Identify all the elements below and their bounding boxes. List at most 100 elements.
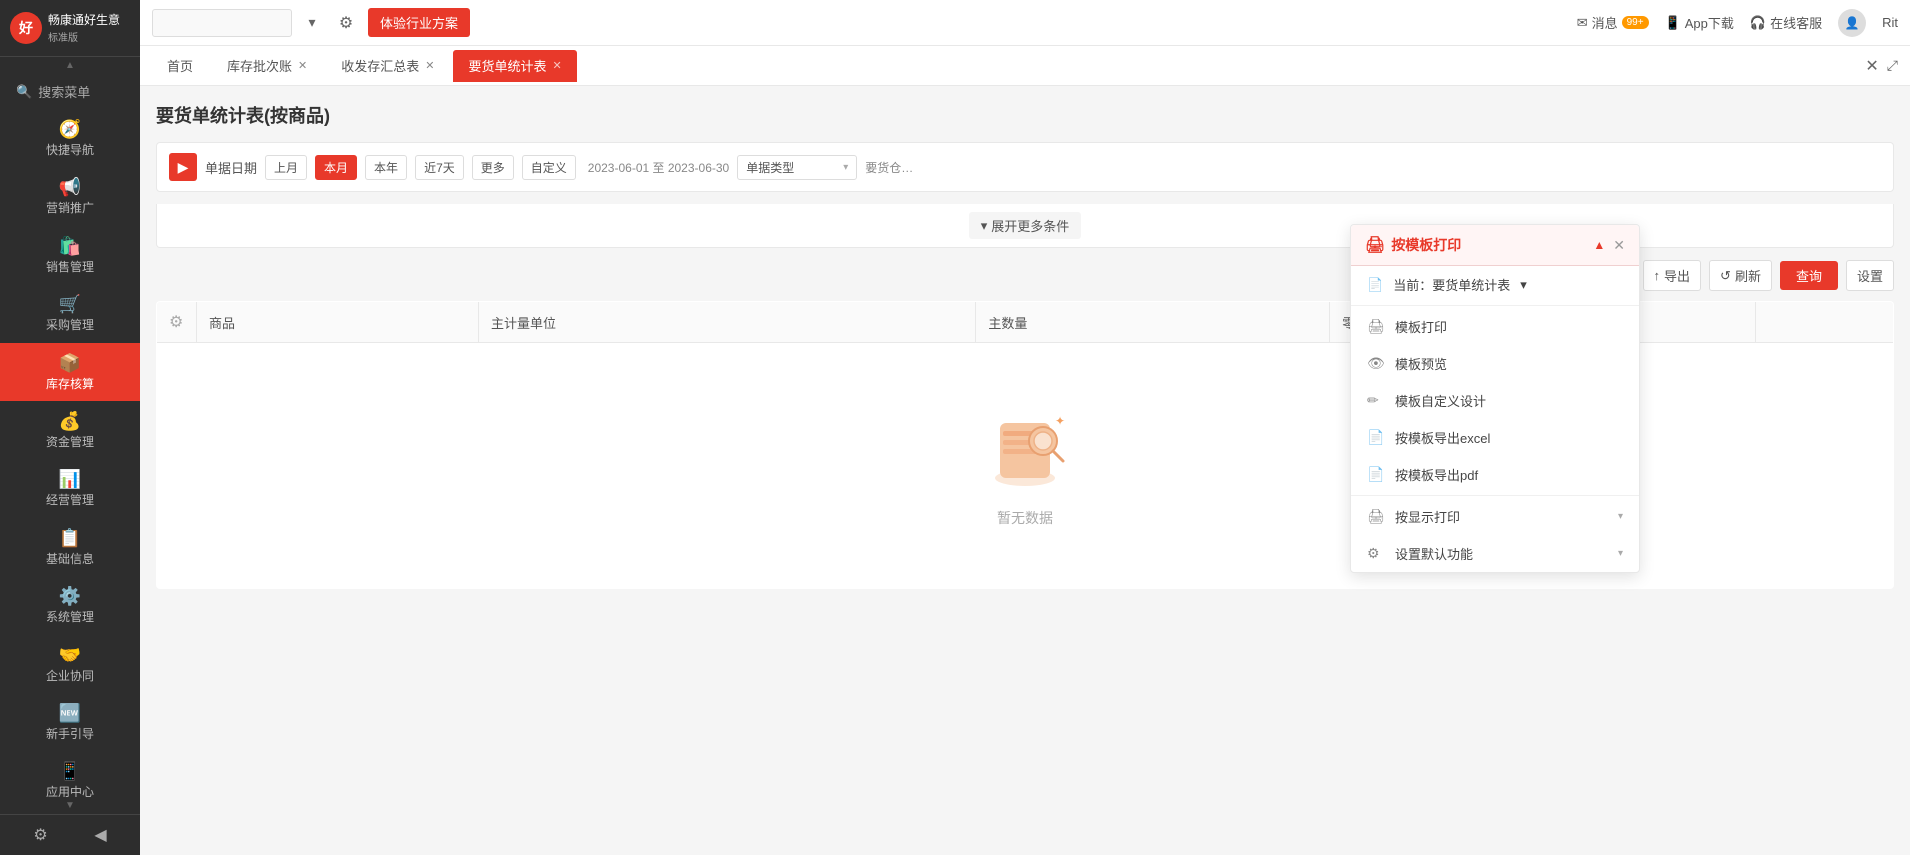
more-dates-btn[interactable]: 更多: [472, 155, 514, 180]
scroll-up-indicator[interactable]: ▲: [0, 57, 140, 74]
dropdown-title-label: 按模板打印: [1391, 235, 1461, 255]
tab-batch-account-close[interactable]: ✕: [298, 59, 307, 72]
export-excel-label: 按模板导出excel: [1395, 428, 1623, 447]
main-content: ▾ ⚙ 体验行业方案 ✉ 消息 99+ 📱 App下载 🎧 在线客服 👤 Rit: [140, 0, 1910, 855]
topbar-search-input[interactable]: [152, 9, 292, 37]
sidebar-item-quick-nav[interactable]: 🧭 快捷导航: [0, 109, 140, 167]
order-type-filter[interactable]: 单据类型 ▾: [737, 155, 857, 180]
tab-home[interactable]: 首页: [152, 50, 208, 82]
empty-text: 暂无数据: [997, 508, 1053, 528]
empty-illustration: ✦: [975, 403, 1075, 496]
divider-1: [1351, 305, 1639, 306]
tab-home-label: 首页: [167, 56, 193, 75]
expand-icon: ▾: [981, 218, 988, 234]
dropdown-title-icon: 🖨: [1365, 235, 1385, 255]
marketing-label: 营销推广: [46, 201, 94, 215]
sidebar-item-operations[interactable]: 📊 经营管理: [0, 459, 140, 517]
sidebar-item-marketing[interactable]: 📢 营销推广: [0, 167, 140, 225]
expand-label: 展开更多条件: [991, 216, 1069, 235]
sidebar-item-basics[interactable]: 📋 基础信息: [0, 518, 140, 576]
sidebar-item-collab[interactable]: 🤝 企业协同: [0, 635, 140, 693]
dropdown-item-display-print[interactable]: 🖨 按显示打印 ▾: [1351, 498, 1639, 535]
sidebar-nav: 🧭 快捷导航 📢 营销推广 🛍️ 销售管理 🛒 采购管理 📦 库存核算 💰 资金…: [0, 109, 140, 797]
app-download-action[interactable]: 📱 App下载: [1665, 13, 1734, 32]
operations-label: 经营管理: [46, 493, 94, 507]
app-name: 畅康通好生意: [48, 12, 120, 29]
divider-2: [1351, 495, 1639, 496]
refresh-label: 刷新: [1735, 266, 1761, 285]
last-7-days-btn[interactable]: 近7天: [415, 155, 464, 180]
finance-icon: 💰: [59, 411, 81, 432]
close-all-tabs-btn[interactable]: ✕: [1865, 56, 1878, 76]
collapse-sidebar-btn[interactable]: ◀: [94, 825, 106, 845]
settings-bottom-btn[interactable]: ⚙: [33, 825, 47, 845]
sidebar-item-apps[interactable]: 📱 应用中心: [0, 751, 140, 797]
expand-tabs-btn[interactable]: ⤢: [1887, 57, 1898, 74]
filter-expand-btn[interactable]: ▶: [169, 153, 197, 181]
template-preview-label: 模板预览: [1395, 354, 1623, 373]
dropdown-item-set-default[interactable]: ⚙ 设置默认功能 ▾: [1351, 535, 1639, 572]
dropdown-item-template-design[interactable]: ✏ 模板自定义设计: [1351, 382, 1639, 419]
col-settings[interactable]: ⚙: [157, 302, 197, 343]
sidebar-item-finance[interactable]: 💰 资金管理: [0, 401, 140, 459]
dropdown-item-export-excel[interactable]: 📄 按模板导出excel: [1351, 419, 1639, 456]
search-menu-btn[interactable]: 🔍 搜索菜单: [0, 74, 140, 109]
scroll-down-indicator[interactable]: ▼: [0, 797, 140, 814]
custom-date-btn[interactable]: 自定义: [522, 155, 576, 180]
print-dropdown-menu: 🖨 按模板打印 ▲ ✕ 📄 当前：要货单统计表 ▾ 🖨 模板打印: [1350, 224, 1640, 573]
export-icon: ↑: [1654, 268, 1661, 283]
collab-icon: 🤝: [59, 645, 81, 666]
expand-more-conditions-btn[interactable]: ▾ 展开更多条件: [969, 212, 1082, 239]
sidebar-item-sales[interactable]: 🛍️ 销售管理: [0, 226, 140, 284]
prev-month-btn[interactable]: 上月: [265, 155, 307, 180]
tab-order-stats[interactable]: 要货单统计表 ✕: [453, 50, 576, 82]
topbar-left: ▾ ⚙ 体验行业方案: [152, 8, 1577, 37]
quick-nav-label: 快捷导航: [46, 143, 94, 157]
topbar-gear-btn[interactable]: ⚙: [332, 9, 360, 37]
current-year-btn[interactable]: 本年: [365, 155, 407, 180]
template-print-label: 模板打印: [1395, 317, 1623, 336]
app-edition: 标准版: [48, 29, 120, 44]
export-btn[interactable]: ↑ 导出: [1643, 260, 1702, 291]
industry-btn[interactable]: 体验行业方案: [368, 8, 470, 37]
col-settings-icon[interactable]: ⚙: [169, 314, 183, 331]
template-preview-icon: 👁: [1367, 355, 1385, 372]
query-btn[interactable]: 查询: [1780, 261, 1838, 290]
dropdown-header-close-btn[interactable]: ✕: [1613, 237, 1625, 254]
date-range-display: 2023-06-01 至 2023-06-30: [588, 159, 729, 176]
sidebar-item-system[interactable]: ⚙️ 系统管理: [0, 576, 140, 634]
dropdown-item-template-preview[interactable]: 👁 模板预览: [1351, 345, 1639, 382]
refresh-btn[interactable]: ↺ 刷新: [1709, 260, 1772, 291]
online-support-action[interactable]: 🎧 在线客服: [1750, 13, 1822, 32]
tab-receipt-summary[interactable]: 收发存汇总表 ✕: [326, 50, 449, 82]
sidebar-item-inventory[interactable]: 📦 库存核算: [0, 343, 140, 401]
current-month-btn[interactable]: 本月: [315, 155, 357, 180]
dropdown-item-template-print[interactable]: 🖨 模板打印: [1351, 308, 1639, 345]
tab-order-stats-close[interactable]: ✕: [553, 59, 562, 72]
order-type-arrow: ▾: [843, 162, 848, 173]
template-print-icon: 🖨: [1367, 318, 1385, 335]
sidebar-item-guide[interactable]: 🆕 新手引导: [0, 693, 140, 751]
dropdown-item-export-pdf[interactable]: 📄 按模板导出pdf: [1351, 456, 1639, 493]
filter-bar: ▶ 单据日期 上月 本月 本年 近7天 更多 自定义 2023-06-01 至 …: [156, 142, 1894, 192]
dropdown-selected-template[interactable]: 📄 当前：要货单统计表 ▾: [1351, 266, 1639, 303]
quick-nav-icon: 🧭: [59, 119, 81, 140]
settings-btn[interactable]: 设置: [1846, 260, 1894, 291]
display-print-label: 按显示打印: [1395, 507, 1608, 526]
export-excel-icon: 📄: [1367, 429, 1385, 446]
set-default-arrow: ▾: [1618, 548, 1623, 559]
topbar-dropdown-btn[interactable]: ▾: [300, 11, 324, 35]
filter-more-label: 要货仓…: [865, 159, 913, 176]
basics-icon: 📋: [59, 528, 81, 549]
message-action[interactable]: ✉ 消息 99+: [1577, 13, 1649, 32]
dropdown-header-arrow-btn[interactable]: ▲: [1593, 238, 1605, 252]
avatar[interactable]: 👤: [1838, 9, 1866, 37]
sidebar-item-purchase[interactable]: 🛒 采购管理: [0, 284, 140, 342]
sales-label: 销售管理: [46, 260, 94, 274]
col-quantity: 主数量: [976, 302, 1330, 343]
tab-batch-account[interactable]: 库存批次账 ✕: [212, 50, 322, 82]
page-content-area: 要货单统计表(按商品) ▶ 单据日期 上月 本月 本年 近7天 更多 自定义 2…: [140, 86, 1910, 855]
col-unit: 主计量单位: [478, 302, 975, 343]
tab-receipt-summary-close[interactable]: ✕: [425, 59, 434, 72]
marketing-icon: 📢: [59, 177, 81, 198]
